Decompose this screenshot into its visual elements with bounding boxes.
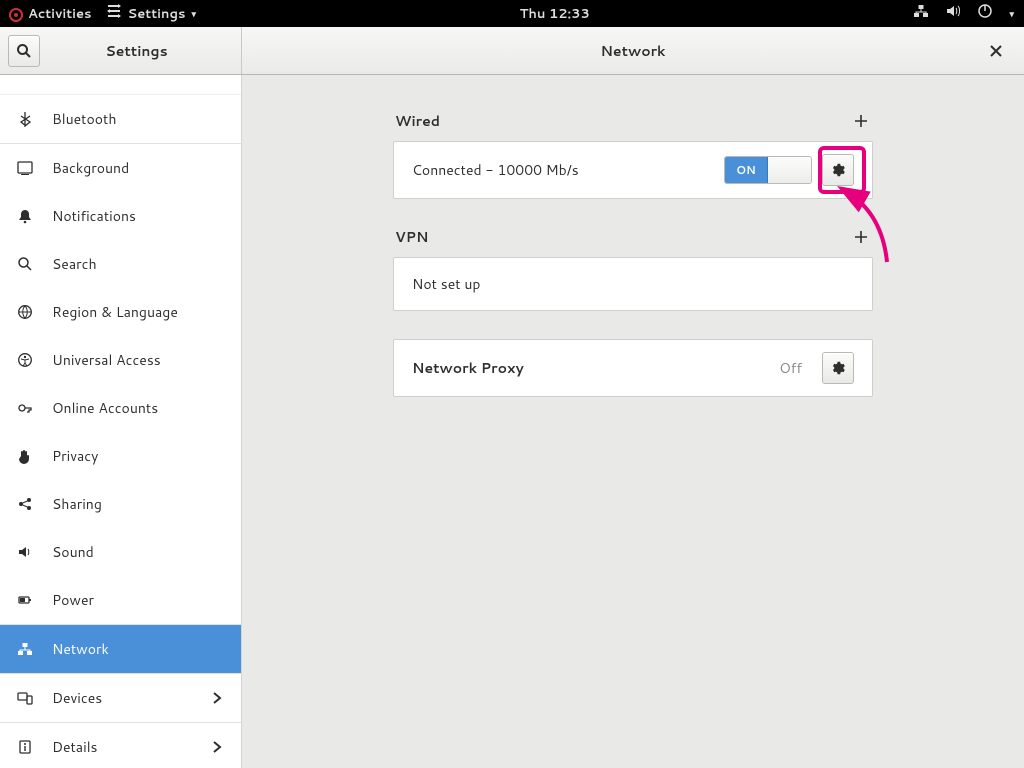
sidebar-item-label: Sharing bbox=[52, 494, 102, 514]
sidebar-item-universal[interactable]: Universal Access bbox=[0, 336, 241, 384]
sidebar-item-sound[interactable]: Sound bbox=[0, 528, 241, 576]
sidebar-item-label: Background bbox=[52, 158, 129, 178]
wired-status: Connected - 10000 Mb/s bbox=[412, 160, 579, 180]
sidebar-item-label: Details bbox=[52, 737, 98, 757]
vpn-section: VPN Not set up bbox=[393, 227, 873, 311]
sidebar-item-power[interactable]: Power bbox=[0, 576, 241, 624]
vpn-row: Not set up bbox=[394, 258, 872, 310]
search-icon bbox=[16, 256, 34, 272]
power-icon bbox=[16, 592, 34, 608]
sidebar: Bluetooth Background Notifications Searc… bbox=[0, 75, 242, 768]
sidebar-item-label: Privacy bbox=[52, 446, 98, 466]
system-menu-chevron-icon[interactable]: ▾ bbox=[1009, 7, 1014, 20]
activities-label: Activities bbox=[28, 5, 92, 23]
sidebar-item-label: Bluetooth bbox=[52, 109, 116, 129]
wired-section: Wired Connected - 10000 Mb/s ON bbox=[393, 111, 873, 199]
proxy-status: Off bbox=[779, 358, 802, 378]
sidebar-item-online[interactable]: Online Accounts bbox=[0, 384, 241, 432]
wired-connection-row: Connected - 10000 Mb/s ON bbox=[394, 142, 872, 198]
sidebar-item-network[interactable]: Network bbox=[0, 625, 241, 673]
sidebar-item-label: Search bbox=[52, 254, 97, 274]
sidebar-item-bluetooth[interactable]: Bluetooth bbox=[0, 95, 241, 143]
wired-settings-button[interactable] bbox=[822, 154, 854, 186]
speaker-icon bbox=[16, 544, 34, 560]
vpn-title: VPN bbox=[395, 227, 428, 247]
sidebar-item-privacy[interactable]: Privacy bbox=[0, 432, 241, 480]
sidebar-item-label: Region & Language bbox=[52, 302, 178, 322]
proxy-title: Network Proxy bbox=[412, 358, 524, 378]
hand-icon bbox=[16, 448, 34, 464]
info-icon bbox=[16, 739, 34, 755]
panel-clock[interactable]: Thu 12:33 bbox=[520, 5, 590, 23]
sidebar-item-details[interactable]: Details bbox=[0, 723, 241, 768]
network-status-icon[interactable] bbox=[913, 3, 929, 24]
sidebar-item-sharing[interactable]: Sharing bbox=[0, 480, 241, 528]
headerbar: Settings Network bbox=[0, 27, 1024, 75]
sidebar-item-background[interactable]: Background bbox=[0, 144, 241, 192]
accessibility-icon bbox=[16, 352, 34, 368]
close-button[interactable] bbox=[978, 43, 1014, 59]
sidebar-item-label: Online Accounts bbox=[52, 398, 158, 418]
content-area: Wired Connected - 10000 Mb/s ON bbox=[242, 75, 1024, 768]
wired-title: Wired bbox=[395, 111, 440, 131]
sidebar-item-search[interactable]: Search bbox=[0, 240, 241, 288]
volume-status-icon[interactable] bbox=[945, 3, 961, 24]
gnome-top-panel: Activities Settings ▾ Thu 12:33 ▾ bbox=[0, 0, 1024, 27]
chevron-right-icon bbox=[209, 739, 225, 755]
globe-icon bbox=[16, 304, 34, 320]
plus-icon bbox=[853, 113, 869, 129]
sidebar-item-notifications[interactable]: Notifications bbox=[0, 192, 241, 240]
sidebar-item-label: Sound bbox=[52, 542, 94, 562]
power-status-icon[interactable] bbox=[977, 3, 993, 24]
sidebar-item-region[interactable]: Region & Language bbox=[0, 288, 241, 336]
search-icon bbox=[16, 43, 32, 59]
sidebar-item-label: Power bbox=[52, 590, 94, 610]
sidebar-item-label: Notifications bbox=[52, 206, 136, 226]
settings-app-icon bbox=[106, 3, 122, 24]
page-title: Network bbox=[600, 41, 665, 61]
proxy-row: Network Proxy Off bbox=[394, 340, 872, 396]
background-icon bbox=[16, 160, 34, 176]
devices-icon bbox=[16, 690, 34, 706]
sidebar-item-label: Devices bbox=[52, 688, 102, 708]
toggle-on-label: ON bbox=[725, 157, 768, 183]
add-wired-button[interactable] bbox=[851, 111, 871, 131]
vpn-status: Not set up bbox=[412, 274, 480, 294]
proxy-settings-button[interactable] bbox=[822, 352, 854, 384]
chevron-right-icon bbox=[209, 690, 225, 706]
network-icon bbox=[16, 641, 34, 657]
toggle-off-half bbox=[768, 157, 811, 183]
sidebar-item-wifi[interactable] bbox=[0, 75, 241, 95]
bell-icon bbox=[16, 208, 34, 224]
plus-icon bbox=[853, 229, 869, 245]
app-menu[interactable]: Settings ▾ bbox=[106, 3, 196, 24]
wired-toggle[interactable]: ON bbox=[724, 156, 812, 184]
sidebar-title: Settings bbox=[40, 41, 233, 61]
add-vpn-button[interactable] bbox=[851, 227, 871, 247]
gear-icon bbox=[831, 163, 845, 177]
sidebar-item-label: Network bbox=[52, 639, 109, 659]
proxy-section: Network Proxy Off bbox=[393, 339, 873, 397]
app-menu-label: Settings bbox=[128, 5, 186, 23]
share-icon bbox=[16, 496, 34, 512]
sidebar-item-devices[interactable]: Devices bbox=[0, 674, 241, 722]
bluetooth-icon bbox=[16, 111, 34, 127]
activities-icon bbox=[8, 7, 22, 21]
sidebar-item-label: Universal Access bbox=[52, 350, 161, 370]
cloud-key-icon bbox=[16, 400, 34, 416]
gear-icon bbox=[831, 361, 845, 375]
activities-button[interactable]: Activities bbox=[8, 5, 92, 23]
search-button[interactable] bbox=[8, 35, 40, 67]
close-icon bbox=[988, 43, 1004, 59]
